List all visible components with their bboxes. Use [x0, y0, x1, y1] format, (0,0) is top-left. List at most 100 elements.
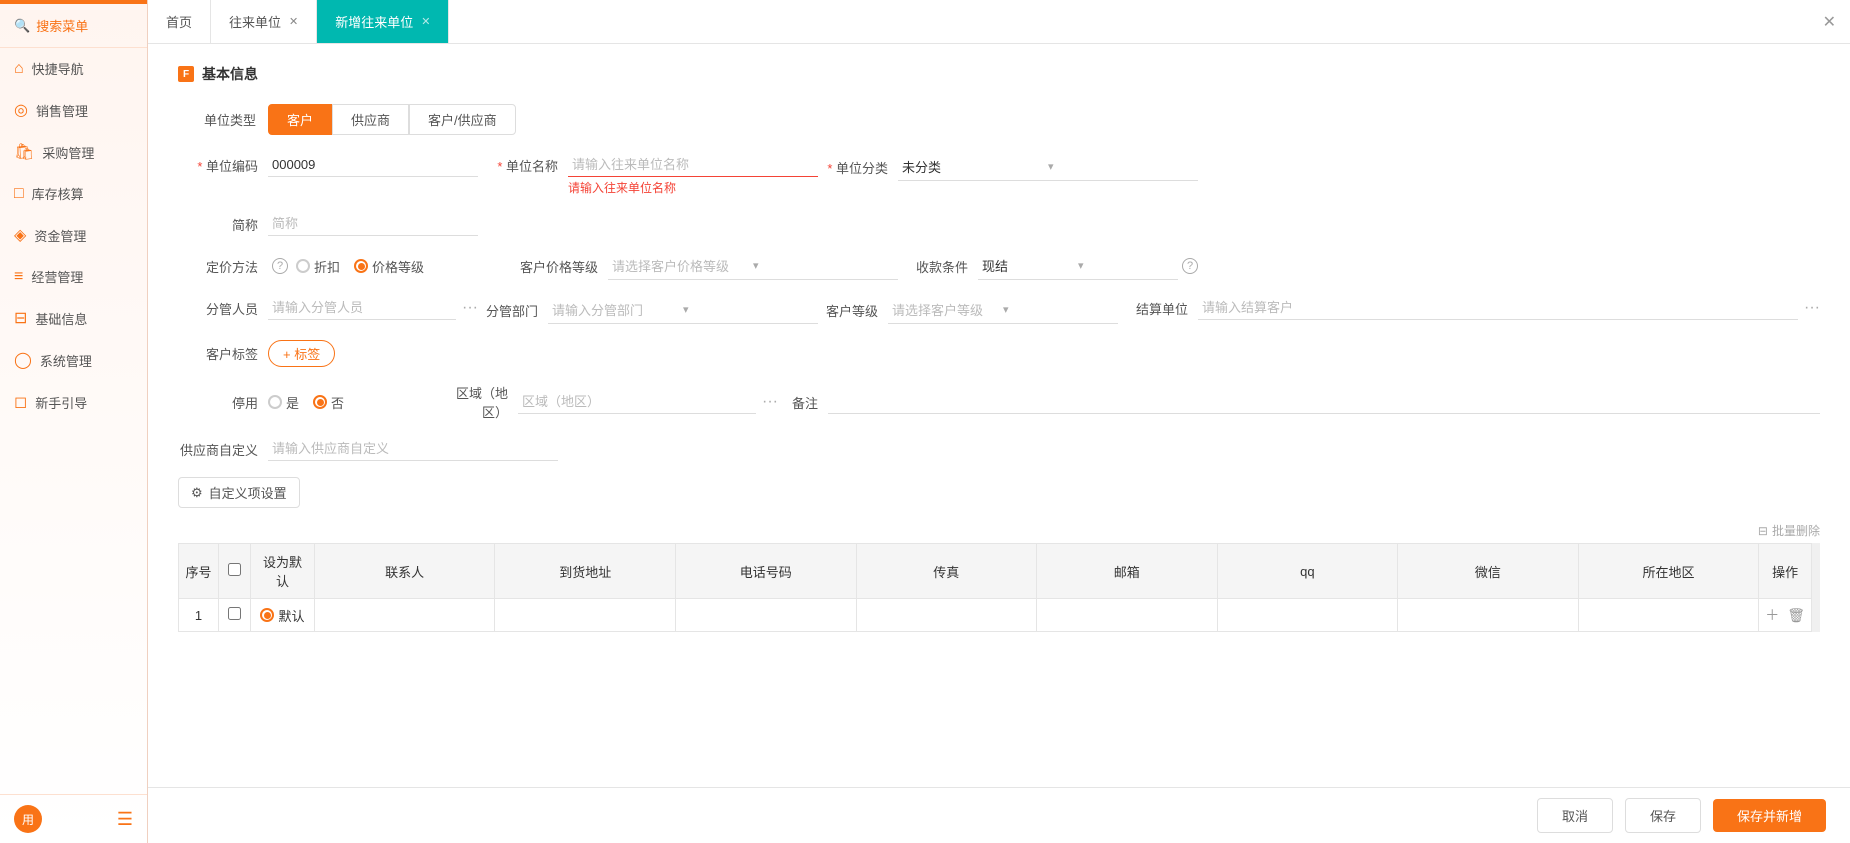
col-wechat: 微信	[1398, 544, 1579, 599]
unit-code-input[interactable]	[268, 153, 478, 177]
row-email[interactable]	[1037, 599, 1218, 632]
sidebar-label-quick-nav: 快捷导航	[32, 59, 84, 78]
disable-no[interactable]: 否	[313, 393, 344, 412]
unit-name-input[interactable]	[568, 153, 818, 177]
yes-radio[interactable]	[268, 395, 282, 409]
cancel-button[interactable]: 取消	[1537, 798, 1613, 833]
address-input[interactable]	[501, 608, 669, 623]
delete-row-btn[interactable]: 🗑	[1787, 607, 1805, 624]
sidebar-search[interactable]: 🔍 搜索菜单	[0, 4, 147, 48]
unit-type-both[interactable]: 客户/供应商	[409, 104, 516, 135]
tab-new-contact-unit-close[interactable]: ✕	[421, 15, 430, 28]
department-select[interactable]: 请输入分管部门 ▾	[548, 296, 818, 324]
email-input[interactable]	[1043, 608, 1211, 623]
unit-type-supplier[interactable]: 供应商	[332, 104, 409, 135]
sidebar-item-inventory[interactable]: □ 库存核算	[0, 173, 147, 214]
sidebar-item-purchase[interactable]: 🛍采购管理	[0, 131, 147, 173]
tab-new-contact-unit-label: 新增往来单位	[335, 12, 413, 31]
tab-bar-close-all[interactable]: ✕	[1809, 0, 1850, 43]
settlement-unit-input[interactable]	[1198, 296, 1798, 320]
abbreviation-input[interactable]	[268, 212, 478, 236]
region-input[interactable]	[518, 390, 756, 414]
row-num: 1	[179, 599, 219, 632]
pricing-discount[interactable]: 折扣	[296, 257, 340, 276]
add-row-btn[interactable]: ＋	[1765, 605, 1779, 625]
save-and-new-button[interactable]: 保存并新增	[1713, 799, 1826, 832]
contact-input[interactable]	[321, 608, 489, 623]
unit-category-select[interactable]: 未分类 ▾	[898, 153, 1198, 181]
disable-yes[interactable]: 是	[268, 393, 299, 412]
row-region[interactable]	[1578, 599, 1759, 632]
unit-type-customer[interactable]: 客户	[268, 104, 332, 135]
discount-radio[interactable]	[296, 259, 310, 273]
add-tag-button[interactable]: + 标签	[268, 340, 335, 367]
batch-delete-btn[interactable]: ⊟ 批量删除	[178, 522, 1820, 539]
pricing-level[interactable]: 价格等级	[354, 257, 424, 276]
region-row-input[interactable]	[1585, 608, 1753, 623]
unit-type-row: 单位类型 客户 供应商 客户/供应商	[178, 104, 1820, 135]
sidebar-label-inventory: 库存核算	[32, 184, 84, 203]
pricing-tip-icon[interactable]: ?	[272, 258, 288, 274]
sidebar-item-sales[interactable]: ◎销售管理	[0, 89, 147, 131]
col-check	[219, 544, 251, 599]
payment-terms-tip-icon[interactable]: ?	[1182, 258, 1198, 274]
default-radio[interactable]	[260, 608, 274, 622]
menu-expand-icon[interactable]: ☰	[117, 809, 133, 830]
gear-icon: ⚙	[191, 485, 203, 501]
tab-contact-units[interactable]: 往来单位 ✕	[211, 0, 317, 43]
field-settlement-unit: 结算单位 ···	[1118, 296, 1820, 320]
sidebar-item-operation[interactable]: ≡经营管理	[0, 256, 147, 297]
row-phone[interactable]	[675, 599, 856, 632]
col-fax: 传真	[856, 544, 1037, 599]
row-check[interactable]	[219, 599, 251, 632]
settlement-unit-extra-icon[interactable]: ···	[1798, 299, 1820, 317]
tab-home[interactable]: 首页	[148, 0, 211, 43]
row-fax[interactable]	[856, 599, 1037, 632]
sidebar-icon-inventory: □	[14, 185, 24, 203]
supervisor-input[interactable]	[268, 296, 456, 320]
tab-contact-units-label: 往来单位	[229, 12, 281, 31]
default-label: 默认	[278, 606, 304, 625]
payment-terms-select[interactable]: 现结 ▾	[978, 252, 1178, 280]
custom-settings-button[interactable]: ⚙ 自定义项设置	[178, 477, 300, 508]
row-contact[interactable]	[314, 599, 495, 632]
contact-table-section: ⊟ 批量删除 序号 设为默认 联系人 到货地址 电话号码 传真	[178, 522, 1820, 632]
sidebar-item-quick-nav[interactable]: ⌂快捷导航	[0, 48, 147, 89]
region-extra-icon[interactable]: ···	[756, 393, 778, 411]
row-checkbox[interactable]	[228, 607, 241, 620]
main-area: 首页 往来单位 ✕ 新增往来单位 ✕ ✕ F 基本信息 单位类型 客户 供应商 …	[148, 0, 1850, 843]
field-supervisor: 分管人员 ···	[178, 296, 478, 320]
customer-level-select[interactable]: 请选择客户等级 ▾	[888, 296, 1118, 324]
remark-input[interactable]	[828, 390, 1820, 414]
sidebar-nav: ⌂快捷导航◎销售管理🛍采购管理 □ 库存核算 ◈资金管理≡经营管理⊟基础信息◯系统管理…	[0, 48, 147, 423]
row-wechat[interactable]	[1398, 599, 1579, 632]
row-address[interactable]	[495, 599, 676, 632]
department-chevron: ▾	[683, 303, 814, 316]
tab-contact-units-close[interactable]: ✕	[289, 15, 298, 28]
supplier-custom-input[interactable]	[268, 437, 558, 461]
supervisor-extra-icon[interactable]: ···	[456, 299, 478, 317]
row-abbreviation: 简称	[178, 212, 1820, 236]
phone-input[interactable]	[682, 608, 850, 623]
settlement-unit-label: 结算单位	[1118, 299, 1198, 318]
qq-input[interactable]	[1224, 608, 1392, 623]
sidebar-label-basic: 基础信息	[35, 309, 87, 328]
sidebar-item-system[interactable]: ◯系统管理	[0, 339, 147, 381]
select-all-checkbox[interactable]	[228, 563, 241, 576]
sidebar-item-guide[interactable]: ◻新手引导	[0, 381, 147, 423]
fax-input[interactable]	[863, 608, 1031, 623]
sidebar-icon-sales: ◎	[14, 100, 28, 120]
wechat-input[interactable]	[1404, 608, 1572, 623]
sidebar-item-basic[interactable]: ⊟基础信息	[0, 297, 147, 339]
customer-price-level-select[interactable]: 请选择客户价格等级 ▾	[608, 252, 898, 280]
sidebar-item-finance[interactable]: ◈资金管理	[0, 214, 147, 256]
field-unit-category: 单位分类 未分类 ▾	[818, 153, 1198, 181]
row-qq[interactable]	[1217, 599, 1398, 632]
save-button[interactable]: 保存	[1625, 798, 1701, 833]
no-radio[interactable]	[313, 395, 327, 409]
tab-new-contact-unit[interactable]: 新增往来单位 ✕	[317, 0, 449, 43]
department-placeholder: 请输入分管部门	[552, 300, 683, 319]
unit-category-label: 单位分类	[818, 158, 898, 177]
level-radio[interactable]	[354, 259, 368, 273]
sidebar-label-system: 系统管理	[40, 351, 92, 370]
